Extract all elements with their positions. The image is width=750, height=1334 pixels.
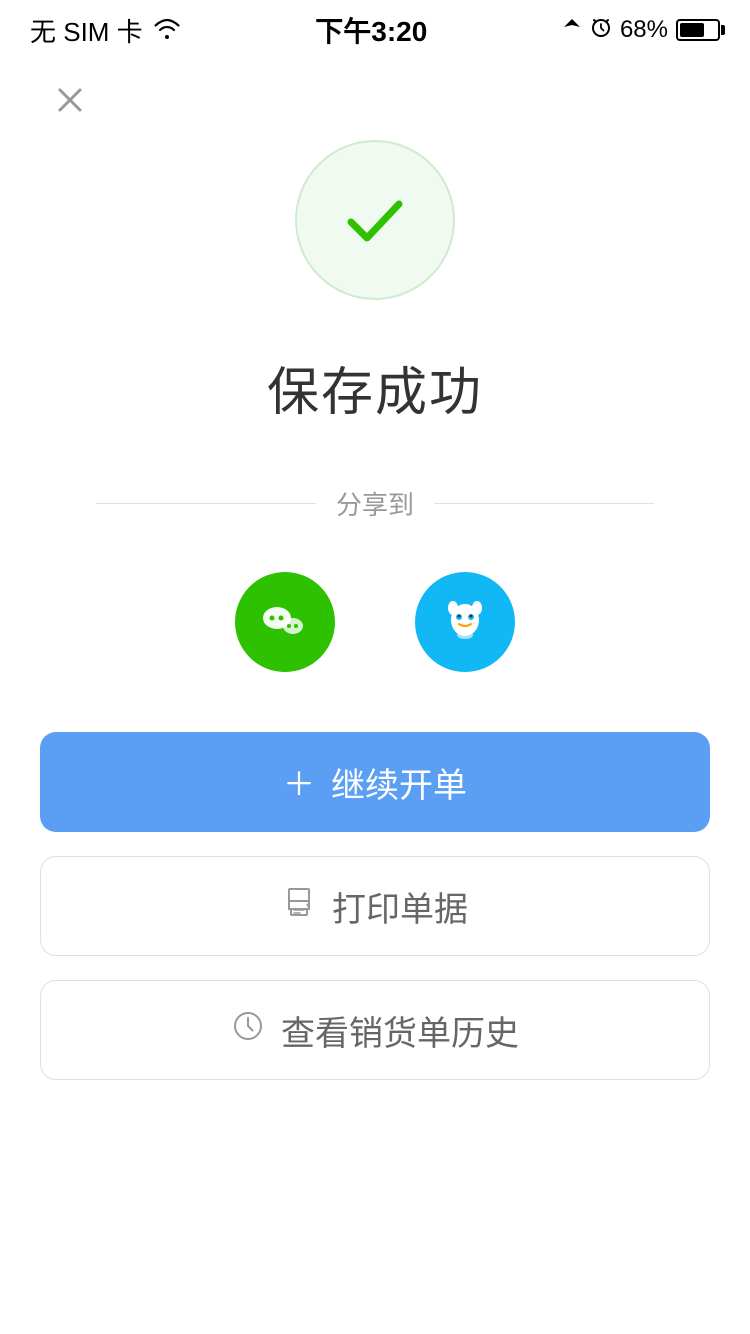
wechat-icon <box>255 592 315 652</box>
share-section: 分享到 <box>0 485 750 672</box>
printer-icon <box>282 885 316 927</box>
wechat-share-button[interactable] <box>235 572 335 672</box>
wifi-icon <box>153 15 181 46</box>
success-icon-circle <box>295 140 455 300</box>
carrier-text: 无 SIM 卡 <box>30 12 143 49</box>
clock-icon <box>231 1009 265 1051</box>
continue-order-label: 继续开单 <box>331 758 467 807</box>
battery-percentage: 68% <box>620 16 668 44</box>
action-buttons: ＋ 继续开单 打印单据 查看销货单历史 <box>0 732 750 1080</box>
location-icon <box>562 16 582 44</box>
checkmark-icon <box>335 180 415 260</box>
success-title: 保存成功 <box>267 350 483 425</box>
plus-icon: ＋ <box>283 759 315 805</box>
divider-right <box>434 503 654 504</box>
history-label: 查看销货单历史 <box>281 1006 519 1055</box>
battery-icon <box>676 19 720 41</box>
main-content: 保存成功 分享到 <box>0 60 750 1334</box>
status-right: 68% <box>562 16 720 45</box>
print-label: 打印单据 <box>332 882 468 931</box>
status-left: 无 SIM 卡 <box>30 12 181 49</box>
status-time: 下午3:20 <box>315 10 427 50</box>
share-icons-container <box>235 572 515 672</box>
continue-order-button[interactable]: ＋ 继续开单 <box>40 732 710 832</box>
share-divider: 分享到 <box>0 485 750 522</box>
share-label: 分享到 <box>336 485 414 522</box>
status-bar: 无 SIM 卡 下午3:20 68% <box>0 0 750 60</box>
history-button[interactable]: 查看销货单历史 <box>40 980 710 1080</box>
alarm-icon <box>590 16 612 45</box>
print-button[interactable]: 打印单据 <box>40 856 710 956</box>
qq-share-button[interactable] <box>415 572 515 672</box>
divider-left <box>96 503 316 504</box>
qq-icon <box>435 592 495 652</box>
